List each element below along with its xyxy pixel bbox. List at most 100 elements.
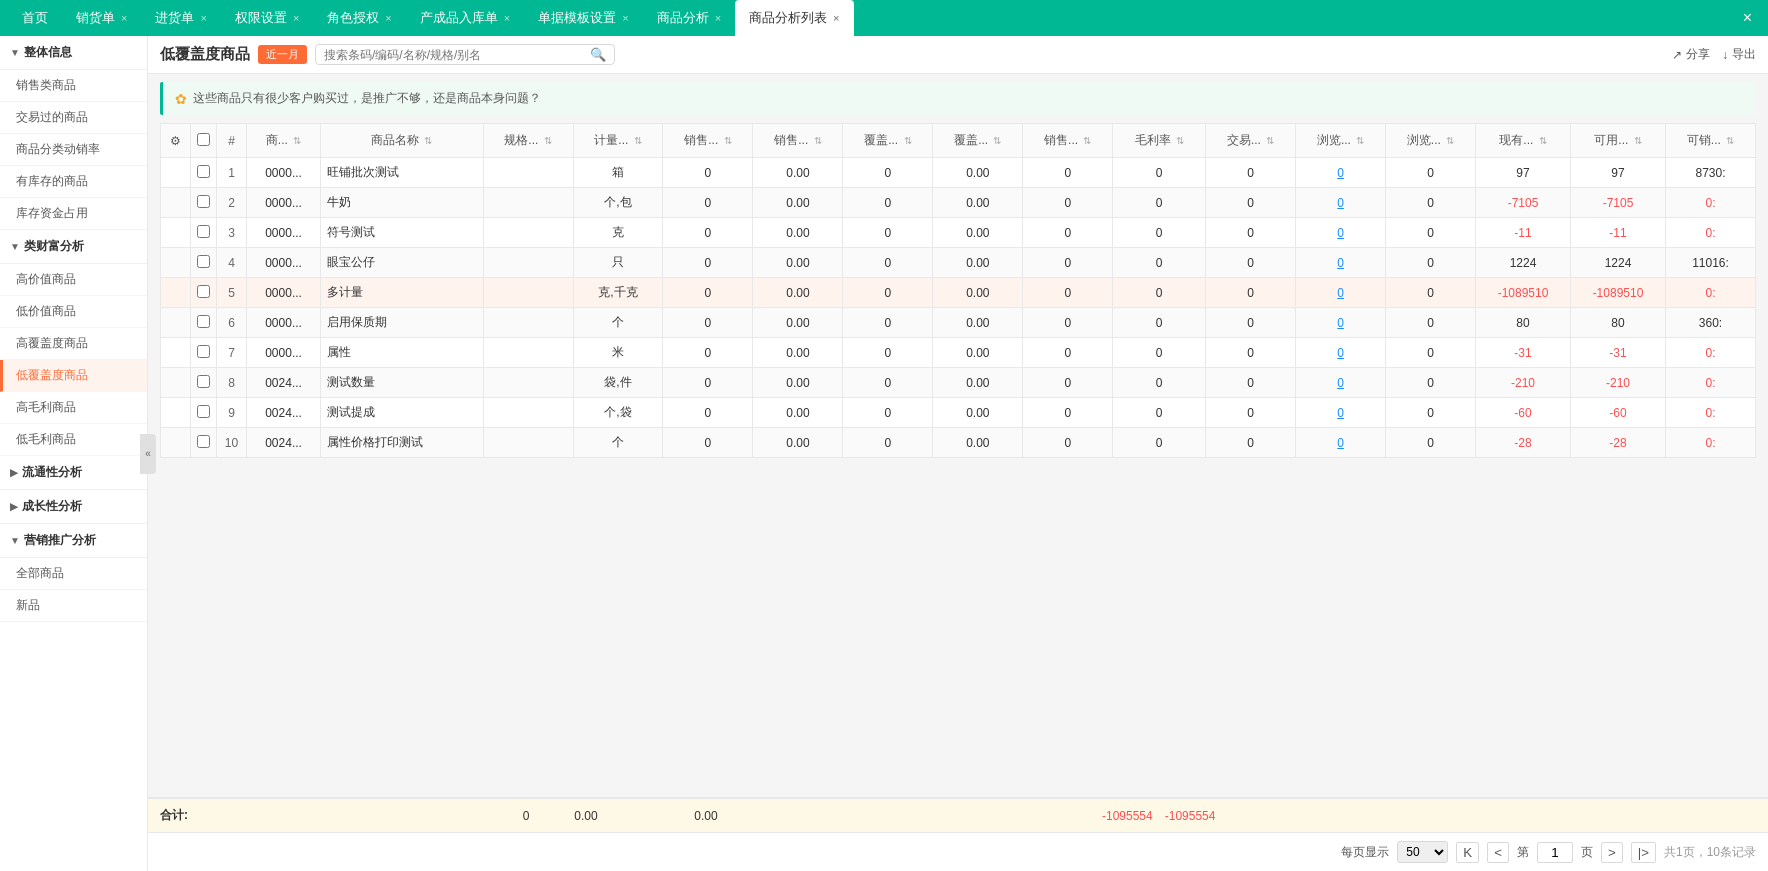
row-checkbox[interactable]: [197, 375, 210, 388]
footer-spacer12: [1036, 809, 1096, 823]
name-column-header[interactable]: 商品名称 ⇅: [321, 124, 483, 158]
nav-tab-warehouse[interactable]: 产成品入库单 ×: [406, 0, 524, 36]
saleable-column-header[interactable]: 可销... ⇅: [1665, 124, 1755, 158]
row-checkbox[interactable]: [197, 315, 210, 328]
sidebar-header-liquidity[interactable]: ▶ 流通性分析: [0, 456, 147, 490]
row-checkbox[interactable]: [197, 345, 210, 358]
settings-column-header[interactable]: ⚙: [161, 124, 191, 158]
sidebar-item-inventory-capital[interactable]: 库存资金占用: [0, 198, 147, 230]
next-page-button[interactable]: >: [1601, 842, 1623, 863]
row-checkbox[interactable]: [197, 255, 210, 268]
row-checkbox[interactable]: [197, 195, 210, 208]
browse1-link[interactable]: 0: [1337, 166, 1344, 180]
sidebar-item-high-margin[interactable]: 高毛利商品: [0, 392, 147, 424]
sidebar-item-high-coverage[interactable]: 高覆盖度商品: [0, 328, 147, 360]
nav-tab-analysis[interactable]: 商品分析 ×: [643, 0, 735, 36]
available-cell: -210: [1571, 368, 1666, 398]
sidebar-item-stocked-goods[interactable]: 有库存的商品: [0, 166, 147, 198]
sidebar-header-growth[interactable]: ▶ 成长性分析: [0, 490, 147, 524]
last-page-button[interactable]: |>: [1631, 842, 1656, 863]
sidebar-toggle-button[interactable]: «: [140, 434, 156, 474]
row-checkbox[interactable]: [197, 405, 210, 418]
sidebar-header-wealth[interactable]: ▼ 类财富分析: [0, 230, 147, 264]
sidebar-item-sales-goods[interactable]: 销售类商品: [0, 70, 147, 102]
browse1-link[interactable]: 0: [1337, 436, 1344, 450]
row-checkbox[interactable]: [197, 285, 210, 298]
browse1-link[interactable]: 0: [1337, 286, 1344, 300]
browse1-link[interactable]: 0: [1337, 226, 1344, 240]
sidebar-item-low-coverage[interactable]: 低覆盖度商品: [0, 360, 147, 392]
transaction-cell: 0: [1206, 158, 1296, 188]
unit-cell: 袋,件: [573, 368, 663, 398]
nav-tab-roles[interactable]: 角色授权 ×: [313, 0, 405, 36]
nav-tab-sales[interactable]: 销货单 ×: [62, 0, 141, 36]
search-icon[interactable]: 🔍: [590, 47, 606, 62]
code-column-header[interactable]: 商... ⇅: [247, 124, 321, 158]
prev-page-button[interactable]: <: [1487, 842, 1509, 863]
browse1-link[interactable]: 0: [1337, 316, 1344, 330]
browse1-link[interactable]: 0: [1337, 406, 1344, 420]
first-page-button[interactable]: K: [1456, 842, 1479, 863]
browse1-column-header[interactable]: 浏览... ⇅: [1296, 124, 1386, 158]
sidebar-header-marketing[interactable]: ▼ 营销推广分析: [0, 524, 147, 558]
browse1-link[interactable]: 0: [1337, 346, 1344, 360]
share-button[interactable]: ↗ 分享: [1672, 46, 1710, 63]
close-analysis-list-tab[interactable]: ×: [833, 12, 839, 24]
close-sales-tab[interactable]: ×: [121, 12, 127, 24]
sidebar-header-overview[interactable]: ▼ 整体信息: [0, 36, 147, 70]
table-header-row: ⚙ # 商... ⇅ 商品名称 ⇅ 规格... ⇅ 计量... ⇅ 销售... …: [161, 124, 1756, 158]
close-analysis-tab[interactable]: ×: [715, 12, 721, 24]
sales3-cell: 0: [1023, 308, 1113, 338]
gross-margin-column-header[interactable]: 毛利率 ⇅: [1113, 124, 1206, 158]
sidebar-item-category-rate[interactable]: 商品分类动销率: [0, 134, 147, 166]
sales-count-cell: 0: [663, 278, 753, 308]
browse1-link[interactable]: 0: [1337, 256, 1344, 270]
coverage1-column-header[interactable]: 覆盖... ⇅: [843, 124, 933, 158]
nav-tab-analysis-list[interactable]: 商品分析列表 ×: [735, 0, 853, 36]
browse1-link[interactable]: 0: [1337, 196, 1344, 210]
close-template-tab[interactable]: ×: [622, 12, 628, 24]
nav-tab-home[interactable]: 首页: [8, 0, 62, 36]
search-input[interactable]: [324, 48, 590, 62]
sidebar-item-new-goods[interactable]: 新品: [0, 590, 147, 622]
export-button[interactable]: ↓ 导出: [1722, 46, 1756, 63]
sidebar-item-low-value[interactable]: 低价值商品: [0, 296, 147, 328]
close-permissions-tab[interactable]: ×: [293, 12, 299, 24]
row-checkbox[interactable]: [197, 435, 210, 448]
coverage2-cell: 0.00: [933, 158, 1023, 188]
close-roles-tab[interactable]: ×: [385, 12, 391, 24]
sidebar-item-high-value[interactable]: 高价值商品: [0, 264, 147, 296]
close-warehouse-tab[interactable]: ×: [504, 12, 510, 24]
page-size-select[interactable]: 50 100 200: [1397, 841, 1448, 863]
spec-column-header[interactable]: 规格... ⇅: [483, 124, 573, 158]
spec-cell: [483, 308, 573, 338]
unit-column-header[interactable]: 计量... ⇅: [573, 124, 663, 158]
sales3-column-header[interactable]: 销售... ⇅: [1023, 124, 1113, 158]
nav-tab-permissions[interactable]: 权限设置 ×: [221, 0, 313, 36]
nav-tab-template[interactable]: 单据模板设置 ×: [524, 0, 642, 36]
row-checkbox[interactable]: [197, 225, 210, 238]
sales-amount-column-header[interactable]: 销售... ⇅: [753, 124, 843, 158]
available-column-header[interactable]: 可用... ⇅: [1571, 124, 1666, 158]
close-all-button[interactable]: ×: [1735, 9, 1760, 27]
sidebar-item-traded-goods[interactable]: 交易过的商品: [0, 102, 147, 134]
browse1-link[interactable]: 0: [1337, 376, 1344, 390]
info-banner: ✿ 这些商品只有很少客户购买过，是推广不够，还是商品本身问题？: [160, 82, 1756, 115]
sidebar-item-all-goods[interactable]: 全部商品: [0, 558, 147, 590]
close-purchase-tab[interactable]: ×: [200, 12, 206, 24]
browse2-column-header[interactable]: 浏览... ⇅: [1386, 124, 1476, 158]
row-checkbox[interactable]: [197, 165, 210, 178]
code-cell: 0000...: [247, 158, 321, 188]
sidebar-item-low-margin[interactable]: 低毛利商品: [0, 424, 147, 456]
coverage2-cell: 0.00: [933, 398, 1023, 428]
time-filter-button[interactable]: 近一月: [258, 45, 307, 64]
nav-tab-purchase[interactable]: 进货单 ×: [141, 0, 220, 36]
sales-count-cell: 0: [663, 308, 753, 338]
current-stock-column-header[interactable]: 现有... ⇅: [1476, 124, 1571, 158]
coverage2-column-header[interactable]: 覆盖... ⇅: [933, 124, 1023, 158]
checkbox-column-header[interactable]: [191, 124, 217, 158]
select-all-checkbox[interactable]: [197, 133, 210, 146]
page-number-input[interactable]: [1537, 842, 1573, 863]
transaction-column-header[interactable]: 交易... ⇅: [1206, 124, 1296, 158]
sales-count-column-header[interactable]: 销售... ⇅: [663, 124, 753, 158]
